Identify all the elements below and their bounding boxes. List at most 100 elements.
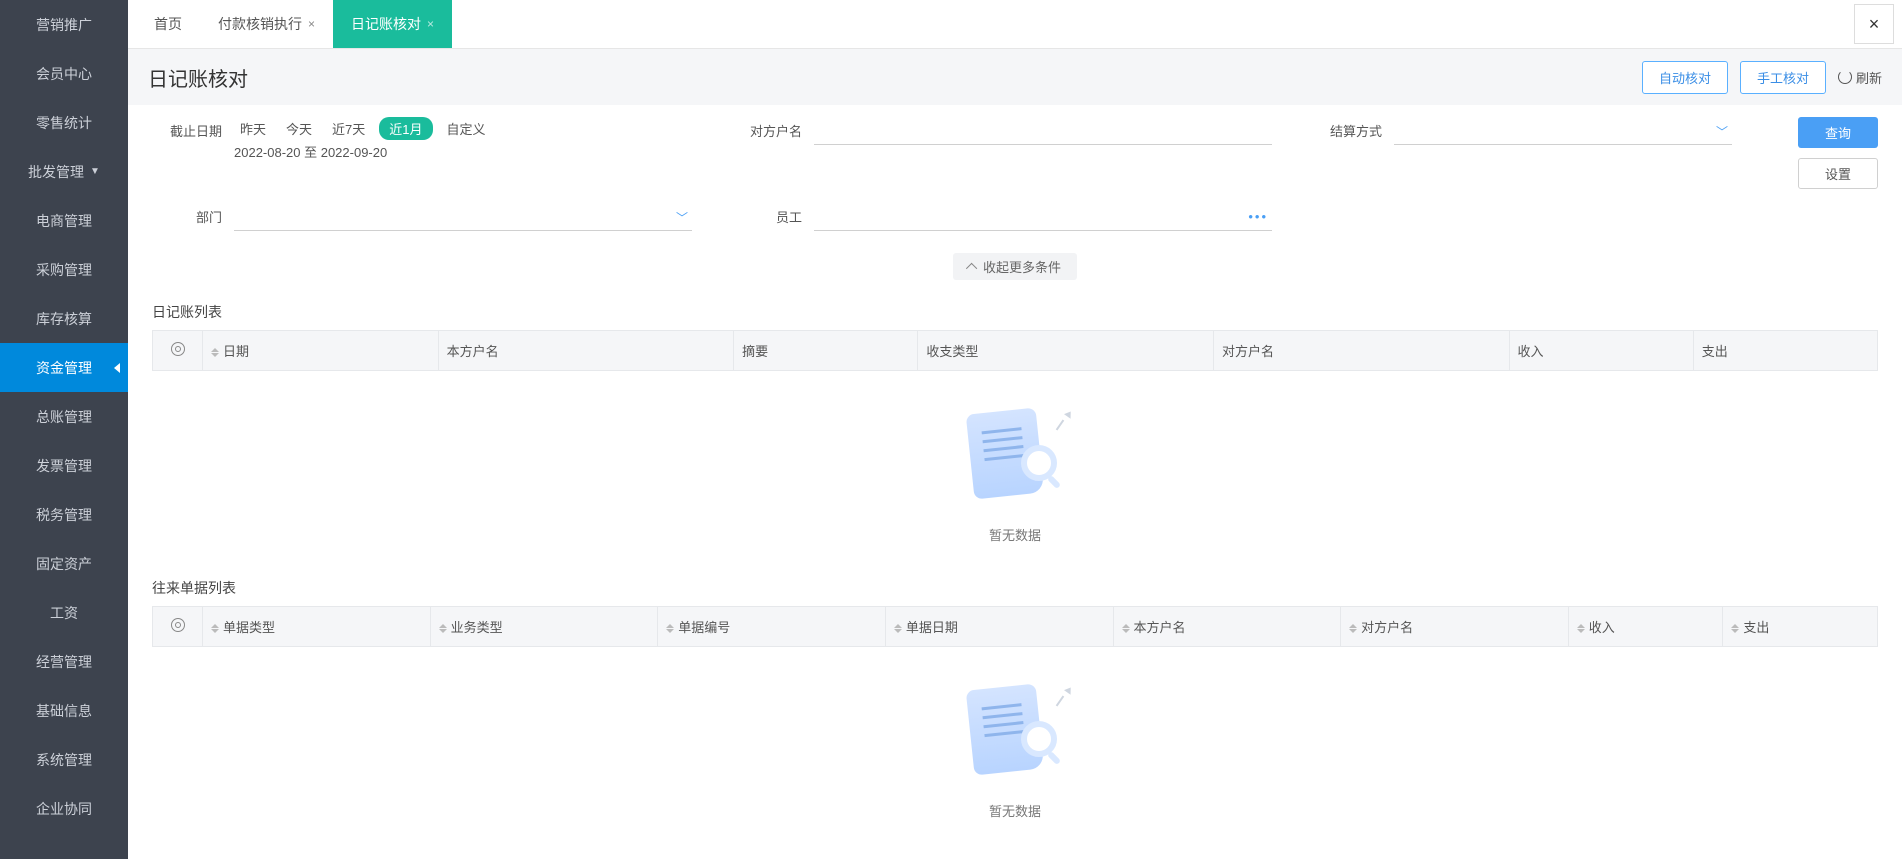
sidebar-item-label: 营销推广 xyxy=(36,15,92,35)
settlement-label: 结算方式 xyxy=(1312,117,1382,140)
column-header[interactable]: 业务类型 xyxy=(430,607,658,647)
sidebar-item-6[interactable]: 库存核算 xyxy=(0,294,128,343)
column-header[interactable]: 对方户名 xyxy=(1213,331,1509,371)
sidebar-item-label: 基础信息 xyxy=(36,701,92,721)
column-header[interactable]: 摘要 xyxy=(734,331,918,371)
sort-icon xyxy=(894,624,902,633)
sidebar-item-0[interactable]: 营销推广 xyxy=(0,0,128,49)
manual-reconcile-button[interactable]: 手工核对 xyxy=(1740,61,1826,94)
column-header-label: 本方户名 xyxy=(1134,620,1186,635)
page-title: 日记账核对 xyxy=(148,63,248,92)
column-header[interactable]: 收支类型 xyxy=(918,331,1214,371)
sidebar-item-label: 经营管理 xyxy=(36,652,92,672)
date-chip-3[interactable]: 近1月 xyxy=(379,117,432,140)
sidebar-item-10[interactable]: 税务管理 xyxy=(0,490,128,539)
sidebar-item-label: 库存核算 xyxy=(36,309,92,329)
counterparty-input[interactable] xyxy=(814,117,1272,145)
close-icon[interactable]: × xyxy=(308,17,315,31)
sort-icon xyxy=(1731,624,1739,633)
employee-label: 员工 xyxy=(732,203,802,226)
sidebar-item-14[interactable]: 基础信息 xyxy=(0,686,128,735)
column-header[interactable]: 本方户名 xyxy=(1113,607,1341,647)
filter-department: 部门 ﹀ xyxy=(152,203,692,231)
page-header: 日记账核对 自动核对 手工核对 刷新 xyxy=(128,49,1902,105)
sidebar-item-16[interactable]: 企业协同 xyxy=(0,784,128,833)
collapse-bar: 收起更多条件 xyxy=(128,245,1902,288)
settlement-select[interactable] xyxy=(1394,117,1732,145)
journal-table: 日期本方户名摘要收支类型 对方户名收入支出 xyxy=(152,330,1878,371)
journal-empty-state: 暂无数据 xyxy=(152,371,1878,564)
column-header[interactable]: 单据日期 xyxy=(885,607,1113,647)
column-header[interactable]: 支出 xyxy=(1723,607,1878,647)
department-select[interactable] xyxy=(234,203,692,231)
settings-button[interactable]: 设置 xyxy=(1798,158,1878,189)
tab-0[interactable]: 首页 xyxy=(136,0,200,48)
employee-input[interactable] xyxy=(814,203,1272,231)
date-chip-4[interactable]: 自定义 xyxy=(441,117,492,140)
column-header[interactable]: 收入 xyxy=(1568,607,1723,647)
sidebar-item-7[interactable]: 资金管理 xyxy=(0,343,128,392)
filter-employee: 员工 ••• xyxy=(732,203,1272,231)
column-header[interactable]: 日期 xyxy=(203,331,439,371)
sidebar-item-13[interactable]: 经营管理 xyxy=(0,637,128,686)
sidebar-item-3[interactable]: 批发管理▼ xyxy=(0,147,128,196)
sidebar-item-11[interactable]: 固定资产 xyxy=(0,539,128,588)
column-header-label: 收支类型 xyxy=(926,344,978,359)
column-header[interactable]: 单据编号 xyxy=(658,607,886,647)
column-header-label: 支出 xyxy=(1702,344,1728,359)
collapse-filters-button[interactable]: 收起更多条件 xyxy=(953,253,1077,280)
sidebar-item-2[interactable]: 零售统计 xyxy=(0,98,128,147)
date-chip-row: 昨天今天近7天近1月自定义 xyxy=(234,117,692,140)
tabs-close-all-button[interactable]: × xyxy=(1854,4,1894,44)
filter-action-column: 查询 设置 xyxy=(1798,117,1878,189)
tab-label: 首页 xyxy=(154,14,182,34)
date-chip-0[interactable]: 昨天 xyxy=(234,117,272,140)
column-header[interactable]: 收入 xyxy=(1509,331,1693,371)
sidebar-item-12[interactable]: 工资 xyxy=(0,588,128,637)
column-header-label: 业务类型 xyxy=(451,620,503,635)
main-area: 首页付款核销执行×日记账核对×× 日记账核对 自动核对 手工核对 刷新 截止日期… xyxy=(128,0,1902,859)
docs-table-wrap: 单据类型 业务类型 单据编号 单据日期 本方户名 对方户名收入支出 暂无数据 xyxy=(128,606,1902,840)
empty-icon xyxy=(955,401,1075,511)
column-header[interactable]: 单据类型 xyxy=(203,607,431,647)
docs-empty-text: 暂无数据 xyxy=(152,801,1878,820)
filter-settlement: 结算方式 ﹀ xyxy=(1312,117,1732,145)
chevron-down-icon: ﹀ xyxy=(676,209,688,226)
date-chip-1[interactable]: 今天 xyxy=(280,117,318,140)
gear-icon xyxy=(171,618,185,632)
close-icon[interactable]: × xyxy=(427,17,434,31)
sidebar-item-15[interactable]: 系统管理 xyxy=(0,735,128,784)
sidebar-item-8[interactable]: 总账管理 xyxy=(0,392,128,441)
counterparty-label: 对方户名 xyxy=(732,117,802,140)
sidebar-item-9[interactable]: 发票管理 xyxy=(0,441,128,490)
query-button[interactable]: 查询 xyxy=(1798,117,1878,148)
column-settings-header[interactable] xyxy=(153,331,203,371)
sidebar-item-label: 企业协同 xyxy=(36,799,92,819)
sidebar-item-label: 电商管理 xyxy=(36,211,92,231)
date-chip-2[interactable]: 近7天 xyxy=(326,117,371,140)
column-header-label: 单据日期 xyxy=(906,620,958,635)
active-arrow-icon xyxy=(114,363,120,373)
column-header-label: 单据类型 xyxy=(223,620,275,635)
auto-reconcile-button[interactable]: 自动核对 xyxy=(1642,61,1728,94)
column-settings-header[interactable] xyxy=(153,607,203,647)
column-header[interactable]: 对方户名 xyxy=(1341,607,1569,647)
tab-2[interactable]: 日记账核对× xyxy=(333,0,452,48)
sidebar-item-1[interactable]: 会员中心 xyxy=(0,49,128,98)
filter-counterparty: 对方户名 xyxy=(732,117,1272,145)
sidebar-item-label: 税务管理 xyxy=(36,505,92,525)
sidebar-item-5[interactable]: 采购管理 xyxy=(0,245,128,294)
sidebar-item-label: 系统管理 xyxy=(36,750,92,770)
sidebar-item-label: 采购管理 xyxy=(36,260,92,280)
tab-1[interactable]: 付款核销执行× xyxy=(200,0,333,48)
sidebar-item-4[interactable]: 电商管理 xyxy=(0,196,128,245)
chevron-down-icon: ﹀ xyxy=(1716,123,1728,140)
filter-panel: 截止日期 昨天今天近7天近1月自定义 2022-08-20 至 2022-09-… xyxy=(128,105,1902,245)
more-icon[interactable]: ••• xyxy=(1248,209,1268,224)
column-header[interactable]: 本方户名 xyxy=(438,331,734,371)
filter-cutoff-date: 截止日期 昨天今天近7天近1月自定义 2022-08-20 至 2022-09-… xyxy=(152,117,692,161)
sidebar-item-label: 发票管理 xyxy=(36,456,92,476)
column-header[interactable]: 支出 xyxy=(1693,331,1877,371)
refresh-button[interactable]: 刷新 xyxy=(1838,68,1882,87)
tab-bar: 首页付款核销执行×日记账核对×× xyxy=(128,0,1902,49)
